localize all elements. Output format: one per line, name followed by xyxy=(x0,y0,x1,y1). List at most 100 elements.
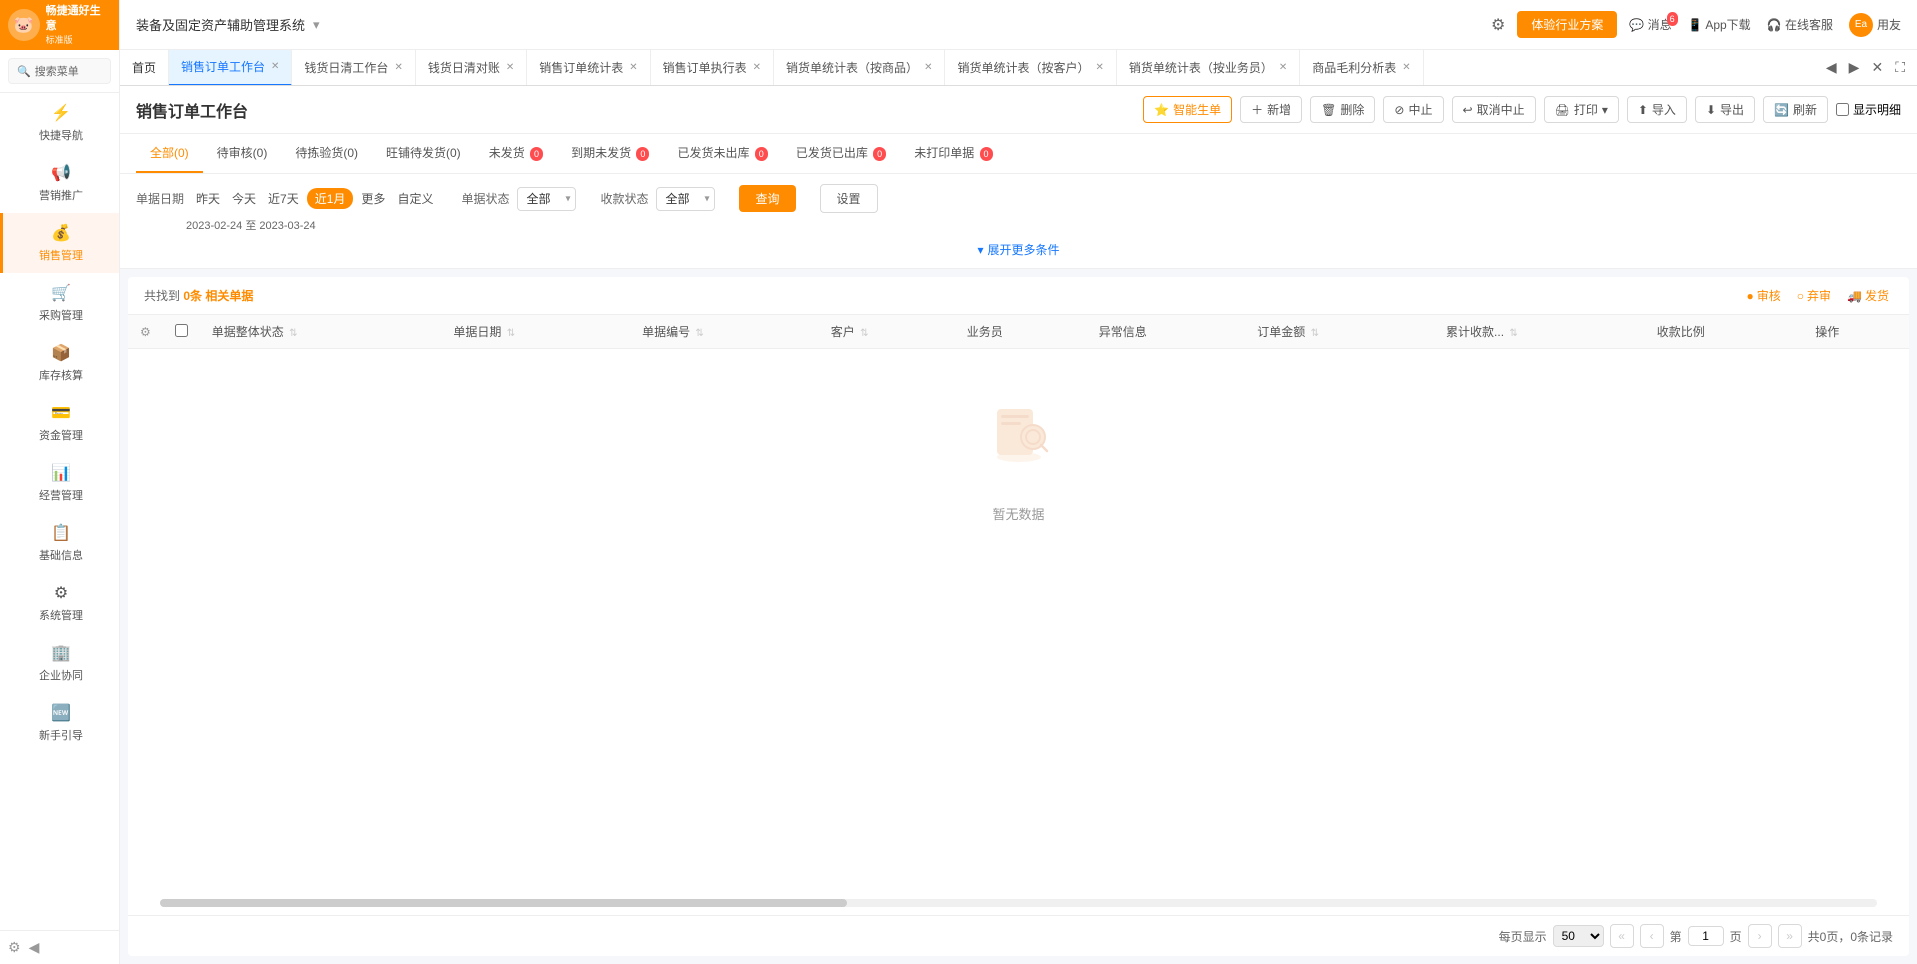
tab-close-icon[interactable]: ✕ xyxy=(271,61,279,72)
tab-scroll-left-btn[interactable]: ◀ xyxy=(1822,55,1841,80)
tab-sales-summary-product[interactable]: 销货单统计表（按商品） ✕ xyxy=(774,50,945,86)
sort-icon[interactable]: ⇅ xyxy=(860,328,868,339)
tab-close-icon[interactable]: ✕ xyxy=(753,62,761,73)
select-all-checkbox[interactable] xyxy=(175,324,188,337)
sidebar-item-system[interactable]: ⚙ 系统管理 xyxy=(0,573,119,633)
status-select[interactable]: 全部 xyxy=(517,187,576,211)
tab-sales-summary-customer[interactable]: 销货单统计表（按客户） ✕ xyxy=(945,50,1116,86)
tab-close-icon[interactable]: ✕ xyxy=(1095,62,1103,73)
page-size-select[interactable]: 20 50 100 xyxy=(1553,925,1604,947)
sidebar-item-operations[interactable]: 📊 经营管理 xyxy=(0,453,119,513)
sub-tab-shipped-out[interactable]: 已发货已出库 0 xyxy=(782,134,900,173)
sidebar-settings-btn[interactable]: ⚙ xyxy=(8,939,21,956)
gear-icon[interactable]: ⚙ xyxy=(140,325,151,339)
app-download-link[interactable]: 📱 App下载 xyxy=(1688,16,1751,33)
online-service-link[interactable]: 🎧 在线客服 xyxy=(1767,16,1833,33)
tab-sales-stats[interactable]: 销售订单统计表 ✕ xyxy=(527,50,650,86)
tab-cash-reconcile[interactable]: 钱货日清对账 ✕ xyxy=(416,50,527,86)
sidebar-item-marketing[interactable]: 📢 营销推广 xyxy=(0,153,119,213)
import-button[interactable]: ⬆ 导入 xyxy=(1627,96,1687,123)
export-icon: ⬇ xyxy=(1706,103,1716,117)
sort-icon[interactable]: ⇅ xyxy=(1509,328,1517,339)
sort-icon[interactable]: ⇅ xyxy=(507,328,515,339)
revoke-button[interactable]: ○ 弃审 xyxy=(1793,285,1835,306)
tab-close-all-btn[interactable]: ✕ xyxy=(1867,55,1887,80)
date-option-last7[interactable]: 近7天 xyxy=(264,188,303,209)
sidebar-item-enterprise[interactable]: 🏢 企业协同 xyxy=(0,633,119,693)
next-page-btn[interactable]: › xyxy=(1748,924,1772,948)
sidebar-item-guide[interactable]: 🆕 新手引导 xyxy=(0,693,119,753)
tab-close-icon[interactable]: ✕ xyxy=(924,62,932,73)
h-scrollbar-track[interactable] xyxy=(160,899,1877,907)
user-menu[interactable]: Ea 用友 xyxy=(1849,13,1901,37)
sub-tab-not-shipped[interactable]: 未发货 0 xyxy=(475,134,557,173)
sidebar-item-basic[interactable]: 📋 基础信息 xyxy=(0,513,119,573)
query-setting-button[interactable]: 设置 xyxy=(820,184,878,213)
show-detail-checkbox[interactable] xyxy=(1836,103,1849,116)
prev-page-btn[interactable]: ‹ xyxy=(1640,924,1664,948)
payment-filter-label: 收款状态 xyxy=(600,190,648,207)
tab-sales-summary-staff[interactable]: 销货单统计表（按业务员） ✕ xyxy=(1117,50,1300,86)
message-badge[interactable]: 💬 6 消息 xyxy=(1629,16,1671,33)
tab-product-margin[interactable]: 商品毛利分析表 ✕ xyxy=(1300,50,1423,86)
quick-nav-icon: ⚡ xyxy=(51,103,71,123)
refresh-button[interactable]: 🔄 刷新 xyxy=(1763,96,1828,123)
sidebar-collapse-btn[interactable]: ◀ xyxy=(29,939,40,956)
tab-scroll-right-btn[interactable]: ▶ xyxy=(1845,55,1864,80)
show-detail-checkbox-label[interactable]: 显示明细 xyxy=(1836,101,1901,118)
sidebar-item-purchase[interactable]: 🛒 采购管理 xyxy=(0,273,119,333)
tab-close-icon[interactable]: ✕ xyxy=(394,62,402,73)
sub-tab-all[interactable]: 全部(0) xyxy=(136,134,203,173)
date-option-last1month[interactable]: 近1月 xyxy=(307,188,354,209)
sidebar-item-sales[interactable]: 💰 销售管理 xyxy=(0,213,119,273)
first-page-btn[interactable]: « xyxy=(1610,924,1634,948)
page-title: 销售订单工作台 xyxy=(136,98,248,122)
sub-tab-not-printed[interactable]: 未打印单据 0 xyxy=(900,134,1006,173)
sub-tab-overdue[interactable]: 到期未发货 0 xyxy=(557,134,663,173)
sort-icon[interactable]: ⇅ xyxy=(1311,328,1319,339)
audit-button[interactable]: ● 审核 xyxy=(1743,285,1785,306)
payment-select[interactable]: 全部 xyxy=(656,187,715,211)
smart-generate-button[interactable]: ⭐ 智能生单 xyxy=(1143,96,1232,123)
export-button[interactable]: ⬇ 导出 xyxy=(1695,96,1755,123)
topbar-settings-icon[interactable]: ⚙ xyxy=(1491,15,1505,35)
tab-fullscreen-btn[interactable]: ⛶ xyxy=(1891,55,1909,80)
sub-tab-pending-inspect[interactable]: 待拣验货(0) xyxy=(281,134,372,173)
date-option-custom[interactable]: 自定义 xyxy=(393,188,437,209)
table-scroll[interactable]: ⚙ 单据整体状态 ⇅ 单据日期 ⇅ xyxy=(128,315,1909,891)
tab-sales-workbench[interactable]: 销售订单工作台 ✕ xyxy=(169,50,292,86)
last-page-btn[interactable]: » xyxy=(1778,924,1802,948)
sub-tab-pending-audit[interactable]: 待审核(0) xyxy=(203,134,282,173)
tab-close-icon[interactable]: ✕ xyxy=(506,62,514,73)
page-number-input[interactable] xyxy=(1688,926,1724,946)
tab-close-icon[interactable]: ✕ xyxy=(1279,62,1287,73)
date-option-more[interactable]: 更多 xyxy=(357,188,389,209)
tab-sales-exec[interactable]: 销售订单执行表 ✕ xyxy=(651,50,774,86)
delete-button[interactable]: 🗑 删除 xyxy=(1310,96,1375,123)
sub-tab-shipped-not-out[interactable]: 已发货未出库 0 xyxy=(663,134,781,173)
sort-icon[interactable]: ⇅ xyxy=(695,328,703,339)
tab-cash-daily[interactable]: 钱货日清工作台 ✕ xyxy=(292,50,415,86)
h-scrollbar-thumb[interactable] xyxy=(160,899,847,907)
sidebar-item-finance[interactable]: 💳 资金管理 xyxy=(0,393,119,453)
tab-home[interactable]: 首页 xyxy=(120,50,169,86)
tab-close-icon[interactable]: ✕ xyxy=(1402,62,1410,73)
sidebar-item-quick-nav[interactable]: ⚡ 快捷导航 xyxy=(0,93,119,153)
ship-button[interactable]: 🚚 发货 xyxy=(1843,285,1893,306)
sub-tab-wangpu[interactable]: 旺铺待发货(0) xyxy=(372,134,475,173)
tab-close-icon[interactable]: ✕ xyxy=(629,62,637,73)
trial-button[interactable]: 体验行业方案 xyxy=(1517,11,1617,38)
phone-icon: 📱 xyxy=(1688,18,1703,32)
query-button[interactable]: 查询 xyxy=(739,185,795,212)
sidebar-item-inventory[interactable]: 📦 库存核算 xyxy=(0,333,119,393)
th-exception-label: 异常信息 xyxy=(1099,325,1147,339)
search-menu-button[interactable]: 🔍 搜索菜单 xyxy=(8,58,111,84)
add-button[interactable]: ＋ 新增 xyxy=(1240,96,1302,123)
sort-icon[interactable]: ⇅ xyxy=(289,328,297,339)
stop-button[interactable]: ⊘ 中止 xyxy=(1383,96,1443,123)
date-option-yesterday[interactable]: 昨天 xyxy=(192,188,224,209)
date-option-today[interactable]: 今天 xyxy=(228,188,260,209)
expand-more-btn[interactable]: ▾ 展开更多条件 xyxy=(977,241,1059,258)
cancel-stop-button[interactable]: ↩ 取消中止 xyxy=(1452,96,1536,123)
print-button[interactable]: 🖨 打印 ▾ xyxy=(1544,96,1619,123)
